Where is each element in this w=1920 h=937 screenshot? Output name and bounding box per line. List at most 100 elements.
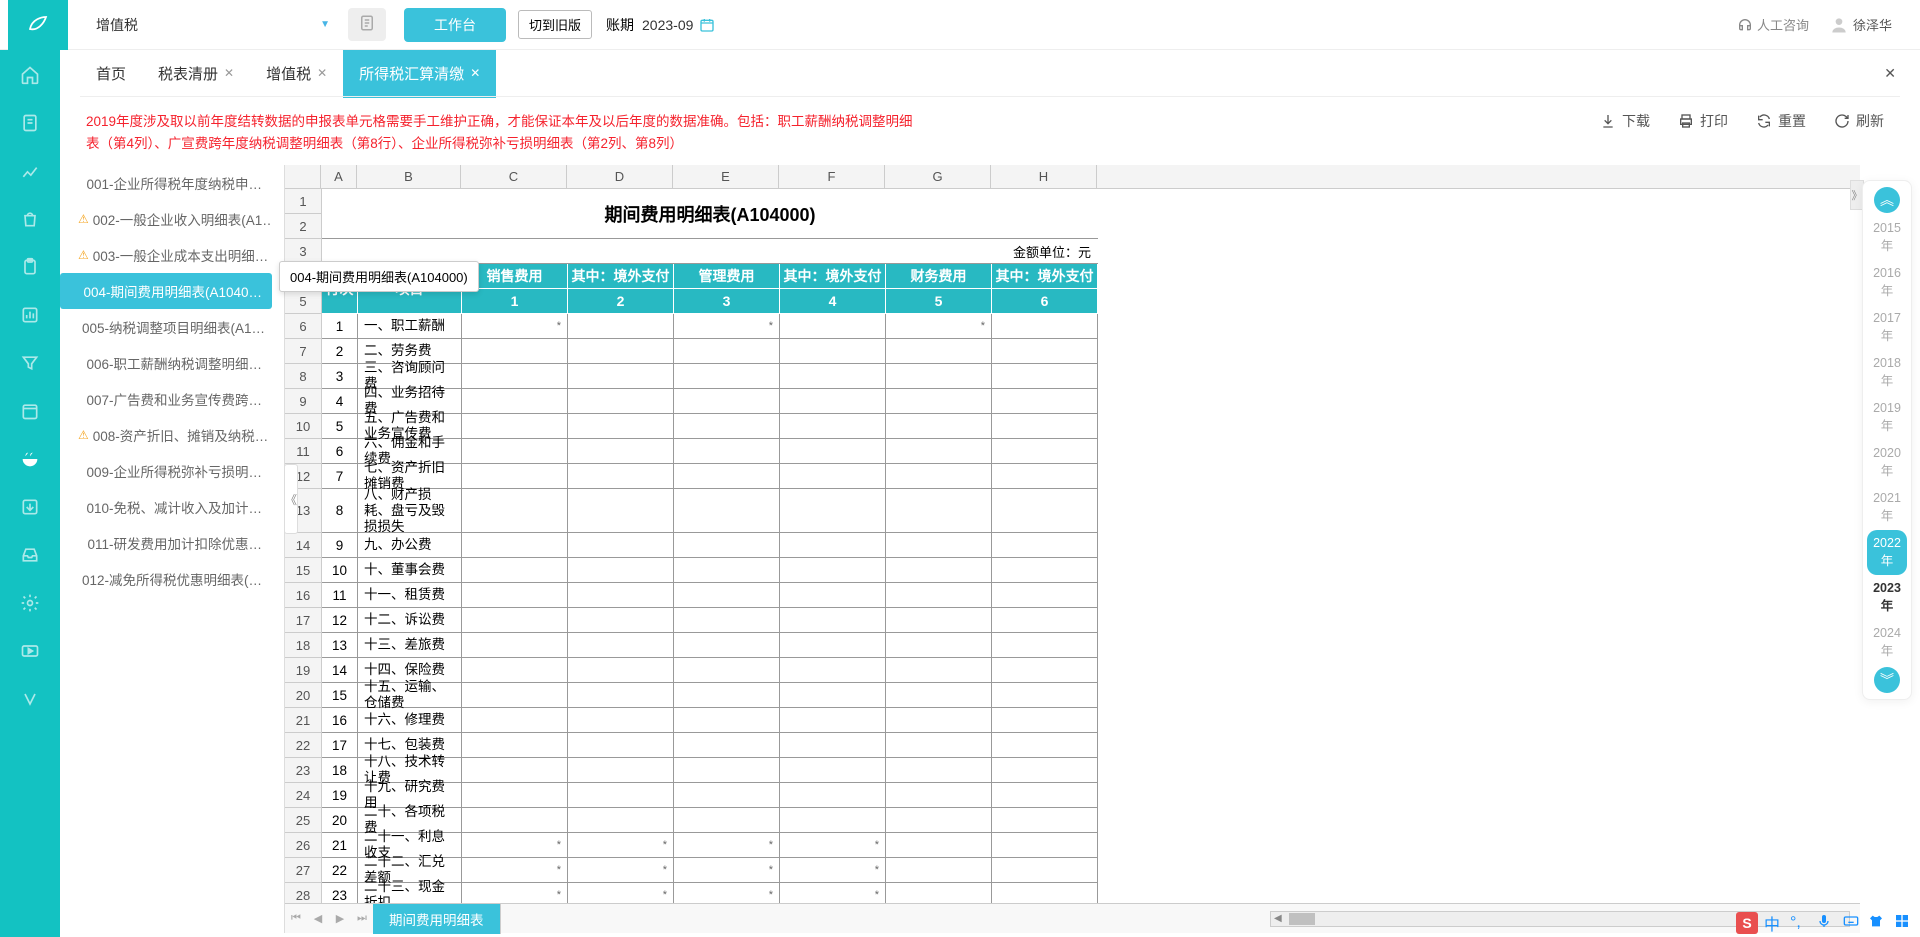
form-list-item[interactable]: ⚠008-资产折旧、摊销及纳税… xyxy=(60,417,272,453)
data-cell[interactable] xyxy=(462,683,568,707)
row-header[interactable]: 22 xyxy=(285,733,321,758)
data-cell[interactable]: * xyxy=(780,833,886,857)
data-cell[interactable] xyxy=(992,733,1098,757)
data-cell[interactable]: * xyxy=(568,833,674,857)
data-cell[interactable] xyxy=(780,583,886,607)
data-cell[interactable] xyxy=(568,489,674,532)
data-cell[interactable] xyxy=(780,489,886,532)
filter-icon[interactable] xyxy=(17,350,43,376)
col-B[interactable]: B xyxy=(357,165,461,188)
row-header[interactable]: 15 xyxy=(285,558,321,583)
data-cell[interactable] xyxy=(780,633,886,657)
collapse-side-button[interactable]: 《 xyxy=(284,464,298,534)
form-list-item[interactable]: 006-职工薪酬纳税调整明细… xyxy=(60,345,272,381)
data-cell[interactable]: * xyxy=(462,883,568,903)
data-cell[interactable]: * xyxy=(568,883,674,903)
v-icon[interactable] xyxy=(17,686,43,712)
consult-button[interactable]: 人工咨询 xyxy=(1737,15,1809,34)
tab-税表清册[interactable]: 税表清册✕ xyxy=(142,49,250,98)
row-header[interactable]: 21 xyxy=(285,708,321,733)
data-cell[interactable] xyxy=(886,339,992,363)
row-header[interactable]: 14 xyxy=(285,533,321,558)
data-cell[interactable] xyxy=(462,439,568,463)
col-C[interactable]: C xyxy=(461,165,567,188)
row-header[interactable]: 18 xyxy=(285,633,321,658)
download-button[interactable]: 下载 xyxy=(1600,111,1650,131)
data-cell[interactable] xyxy=(886,414,992,438)
row-header[interactable]: 17 xyxy=(285,608,321,633)
col-E[interactable]: E xyxy=(673,165,779,188)
year-button[interactable]: 2020年 xyxy=(1867,440,1907,485)
sheet-nav-last[interactable]: ⏭ xyxy=(351,912,373,925)
data-cell[interactable] xyxy=(886,608,992,632)
row-header[interactable]: 23 xyxy=(285,758,321,783)
data-cell[interactable] xyxy=(674,733,780,757)
col-A[interactable]: A xyxy=(321,165,357,188)
form-list-item[interactable]: 011-研发费用加计扣除优惠… xyxy=(60,525,272,561)
data-cell[interactable] xyxy=(674,608,780,632)
data-cell[interactable] xyxy=(992,658,1098,682)
home-icon[interactable] xyxy=(17,62,43,88)
row-header[interactable]: 28 xyxy=(285,883,321,903)
data-cell[interactable] xyxy=(568,339,674,363)
user-menu[interactable]: 徐泽华 xyxy=(1829,15,1892,35)
ime-menu-icon[interactable] xyxy=(1894,913,1914,934)
data-cell[interactable] xyxy=(886,533,992,557)
data-cell[interactable] xyxy=(462,608,568,632)
data-cell[interactable] xyxy=(568,808,674,832)
year-button[interactable]: 2022年 xyxy=(1867,530,1907,575)
h-scrollbar-left[interactable]: ◀ xyxy=(1271,913,1285,924)
data-cell[interactable] xyxy=(568,533,674,557)
data-cell[interactable] xyxy=(886,783,992,807)
data-cell[interactable]: * xyxy=(462,858,568,882)
chart-icon[interactable] xyxy=(17,158,43,184)
data-cell[interactable] xyxy=(462,808,568,832)
data-cell[interactable]: * xyxy=(886,314,992,338)
close-icon[interactable]: ✕ xyxy=(317,66,327,80)
sheet-nav-prev[interactable]: ◀ xyxy=(307,912,329,925)
data-cell[interactable] xyxy=(780,783,886,807)
tab-增值税[interactable]: 增值税✕ xyxy=(250,49,343,98)
row-header[interactable]: 16 xyxy=(285,583,321,608)
data-cell[interactable] xyxy=(674,533,780,557)
tab-所得税汇算清缴[interactable]: 所得税汇算清缴✕ xyxy=(343,49,496,98)
bag-icon[interactable] xyxy=(17,206,43,232)
switch-old-button[interactable]: 切到旧版 xyxy=(518,10,592,39)
sheet-nav-first[interactable]: ⏮ xyxy=(285,912,307,925)
data-cell[interactable] xyxy=(568,683,674,707)
ime-punct-icon[interactable]: °, xyxy=(1790,914,1810,932)
data-cell[interactable] xyxy=(462,364,568,388)
col-G[interactable]: G xyxy=(885,165,991,188)
data-cell[interactable] xyxy=(886,658,992,682)
data-cell[interactable] xyxy=(674,758,780,782)
data-cell[interactable] xyxy=(568,389,674,413)
data-cell[interactable]: * xyxy=(674,314,780,338)
reset-button[interactable]: 重置 xyxy=(1756,111,1806,131)
data-cell[interactable] xyxy=(886,633,992,657)
data-cell[interactable] xyxy=(674,783,780,807)
data-cell[interactable] xyxy=(886,389,992,413)
data-cell[interactable] xyxy=(462,658,568,682)
data-cell[interactable] xyxy=(568,783,674,807)
year-scroll-down[interactable]: ︾ xyxy=(1874,667,1900,693)
close-icon[interactable]: ✕ xyxy=(470,66,480,80)
spreadsheet[interactable]: A B C D E F G H 123456789101112131415161… xyxy=(285,165,1860,903)
data-cell[interactable]: * xyxy=(780,883,886,903)
data-cell[interactable] xyxy=(992,439,1098,463)
data-cell[interactable] xyxy=(780,808,886,832)
data-cell[interactable]: * xyxy=(462,314,568,338)
data-cell[interactable]: * xyxy=(674,883,780,903)
data-cell[interactable] xyxy=(992,808,1098,832)
data-cell[interactable] xyxy=(886,464,992,488)
data-cell[interactable] xyxy=(674,658,780,682)
data-cell[interactable] xyxy=(886,683,992,707)
row-header[interactable]: 2 xyxy=(285,214,321,239)
data-cell[interactable] xyxy=(462,489,568,532)
data-cell[interactable] xyxy=(568,658,674,682)
data-cell[interactable] xyxy=(674,489,780,532)
data-cell[interactable] xyxy=(780,558,886,582)
clipboard-icon[interactable] xyxy=(17,254,43,280)
data-cell[interactable] xyxy=(462,708,568,732)
data-cell[interactable] xyxy=(462,633,568,657)
data-cell[interactable] xyxy=(992,558,1098,582)
